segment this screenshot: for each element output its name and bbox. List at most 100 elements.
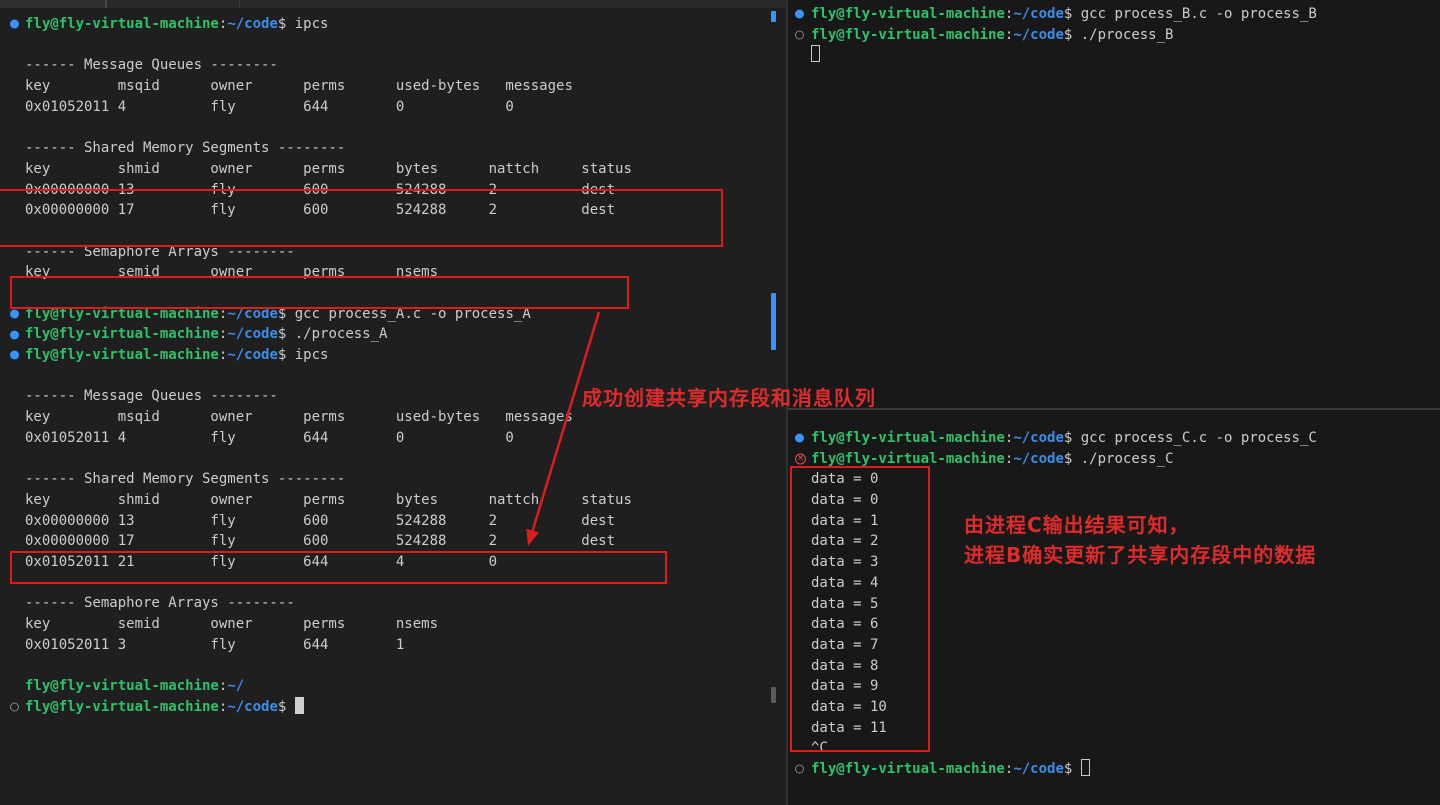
panel-tab-strip [0, 0, 786, 8]
terminal-output: ------ Shared Memory Segments -------- [25, 140, 346, 157]
prompt-user-host: fly@fly-virtual-machine [25, 326, 219, 343]
terminal-line: ------ Semaphore Arrays -------- [0, 593, 778, 614]
terminal-output: data = 10 [811, 698, 887, 715]
terminal-line: 0x00000000 17 fly 600 524288 2 dest [0, 200, 778, 221]
prompt-dollar: $ [1063, 430, 1081, 446]
scrollbar-thumb[interactable] [771, 687, 776, 703]
command-success-icon[interactable] [795, 9, 804, 19]
terminal-output: key msqid owner perms used-bytes message… [25, 78, 573, 95]
terminal-output: 0x01052011 21 fly 644 4 0 [25, 553, 498, 570]
prompt-user-host: fly@fly-virtual-machine [25, 16, 219, 32]
terminal-output: 0x01052011 3 fly 644 1 [25, 636, 405, 653]
terminal-line: ------ Message Queues -------- [0, 55, 778, 76]
terminal-line: fly@fly-virtual-machine:~/code$ ipcs [0, 14, 778, 35]
terminal-line: 0x00000000 17 fly 600 524288 2 dest [0, 531, 778, 552]
prompt-user-host: fly@fly-virtual-machine [811, 26, 1005, 43]
command-text: ipcs [294, 347, 329, 363]
prompt-user-host: fly@fly-virtual-machine [811, 450, 1005, 467]
prompt-path: ~/ [227, 678, 245, 694]
command-success-icon[interactable] [795, 433, 804, 443]
terminal-line: data = 0 [788, 469, 1440, 490]
terminal-output: key shmid owner perms bytes nattch statu… [25, 160, 632, 177]
terminal-output: data = 11 [811, 719, 887, 736]
terminal-output: data = 3 [811, 554, 879, 571]
terminal-output: ------ Semaphore Arrays -------- [25, 243, 295, 260]
terminal-line: data = 2 [788, 531, 1440, 552]
command-default-icon[interactable] [795, 764, 804, 774]
terminal-output: ------ Semaphore Arrays -------- [25, 595, 295, 612]
command-text: ./process_C [1080, 450, 1174, 467]
terminal-output: data = 4 [811, 574, 879, 591]
terminal-pane-right-bottom[interactable]: fly@fly-virtual-machine:~/code$ gcc proc… [788, 409, 1440, 805]
prompt-dollar: $ [1063, 26, 1081, 43]
command-text: ipcs [294, 16, 329, 32]
terminal-pane-left[interactable]: fly@fly-virtual-machine:~/code$ ipcs ----… [0, 8, 778, 805]
prompt-path: ~/code [1013, 761, 1064, 777]
terminal-line: 0x01052011 21 fly 644 4 0 [0, 552, 778, 573]
command-default-icon[interactable] [795, 30, 804, 40]
terminal-line: ------ Shared Memory Segments -------- [0, 469, 778, 490]
terminal-output: 0x00000000 17 fly 600 524288 2 dest [25, 202, 616, 219]
prompt-dollar: $ [277, 347, 295, 363]
terminal-line: 0x01052011 4 fly 644 0 0 [0, 97, 778, 118]
terminal-output: data = 0 [811, 492, 879, 509]
terminal-line: key semid owner perms nsems [0, 614, 778, 635]
command-text: ./process_B [1080, 26, 1174, 43]
prompt-user-host: fly@fly-virtual-machine [25, 347, 219, 363]
terminal-line [788, 45, 1440, 66]
terminal-output: ^C [811, 740, 828, 757]
terminal-line: data = 4 [788, 573, 1440, 594]
command-text: gcc process_C.c -o process_C [1080, 430, 1317, 446]
terminal-pane-right-top[interactable]: fly@fly-virtual-machine:~/code$ gcc proc… [788, 0, 1440, 412]
command-default-icon[interactable] [10, 702, 19, 712]
terminal-output: key semid owner perms nsems [25, 615, 439, 632]
terminal-line: ^C [788, 738, 1440, 759]
terminal-line: fly@fly-virtual-machine:~/code$ ./proces… [0, 324, 778, 345]
prompt-path: ~/code [227, 347, 278, 363]
horizontal-split-sash[interactable] [788, 408, 1440, 410]
command-success-icon[interactable] [10, 309, 19, 319]
overview-ruler-mark [771, 293, 776, 350]
terminal-output: data = 0 [811, 471, 879, 488]
terminal-line: 0x00000000 13 fly 600 524288 2 dest [0, 511, 778, 532]
prompt-path: ~/code [227, 305, 278, 322]
prompt-user-host: fly@fly-virtual-machine [811, 761, 1005, 777]
command-text: gcc process_A.c -o process_A [294, 305, 531, 322]
terminal-output: data = 6 [811, 616, 879, 633]
prompt-path: ~/code [1013, 6, 1064, 22]
command-success-icon[interactable] [10, 350, 19, 360]
terminal-output: key semid owner perms nsems [25, 264, 439, 281]
terminal-output: ------ Shared Memory Segments -------- [25, 471, 346, 488]
overview-ruler-mark [771, 11, 776, 22]
terminal-cursor [811, 45, 820, 63]
vertical-split-sash[interactable] [786, 0, 788, 805]
command-error-icon[interactable]: × [795, 453, 806, 465]
terminal-line: fly@fly-virtual-machine:~/code$ gcc proc… [788, 428, 1440, 449]
command-success-icon[interactable] [10, 19, 19, 29]
terminal-line: fly@fly-virtual-machine:~/code$ ipcs [0, 345, 778, 366]
terminal-cursor [1080, 759, 1090, 776]
terminal-line: fly@fly-virtual-machine:~/code$ ./proces… [788, 25, 1440, 46]
command-success-icon[interactable] [10, 330, 19, 340]
terminal-line: key semid owner perms nsems [0, 262, 778, 283]
tab-strip-segment [0, 0, 105, 8]
prompt-path: ~/code [1013, 26, 1064, 43]
terminal-line: data = 8 [788, 656, 1440, 677]
terminal-line: fly@fly-virtual-machine:~/code$ gcc proc… [0, 304, 778, 325]
command-text: ./process_A [294, 326, 388, 343]
terminal-output: 0x01052011 4 fly 644 0 0 [25, 429, 514, 446]
command-text: gcc process_B.c -o process_B [1080, 6, 1317, 22]
terminal-output: key shmid owner perms bytes nattch statu… [25, 491, 632, 508]
terminal-output: data = 7 [811, 636, 879, 653]
terminal-line: data = 3 [788, 552, 1440, 573]
prompt-user-host: fly@fly-virtual-machine [811, 6, 1005, 22]
terminal-line: data = 7 [788, 635, 1440, 656]
terminal-line: data = 10 [788, 697, 1440, 718]
terminal-line: 0x01052011 3 fly 644 1 [0, 635, 778, 656]
prompt-dollar: $ [277, 698, 295, 715]
